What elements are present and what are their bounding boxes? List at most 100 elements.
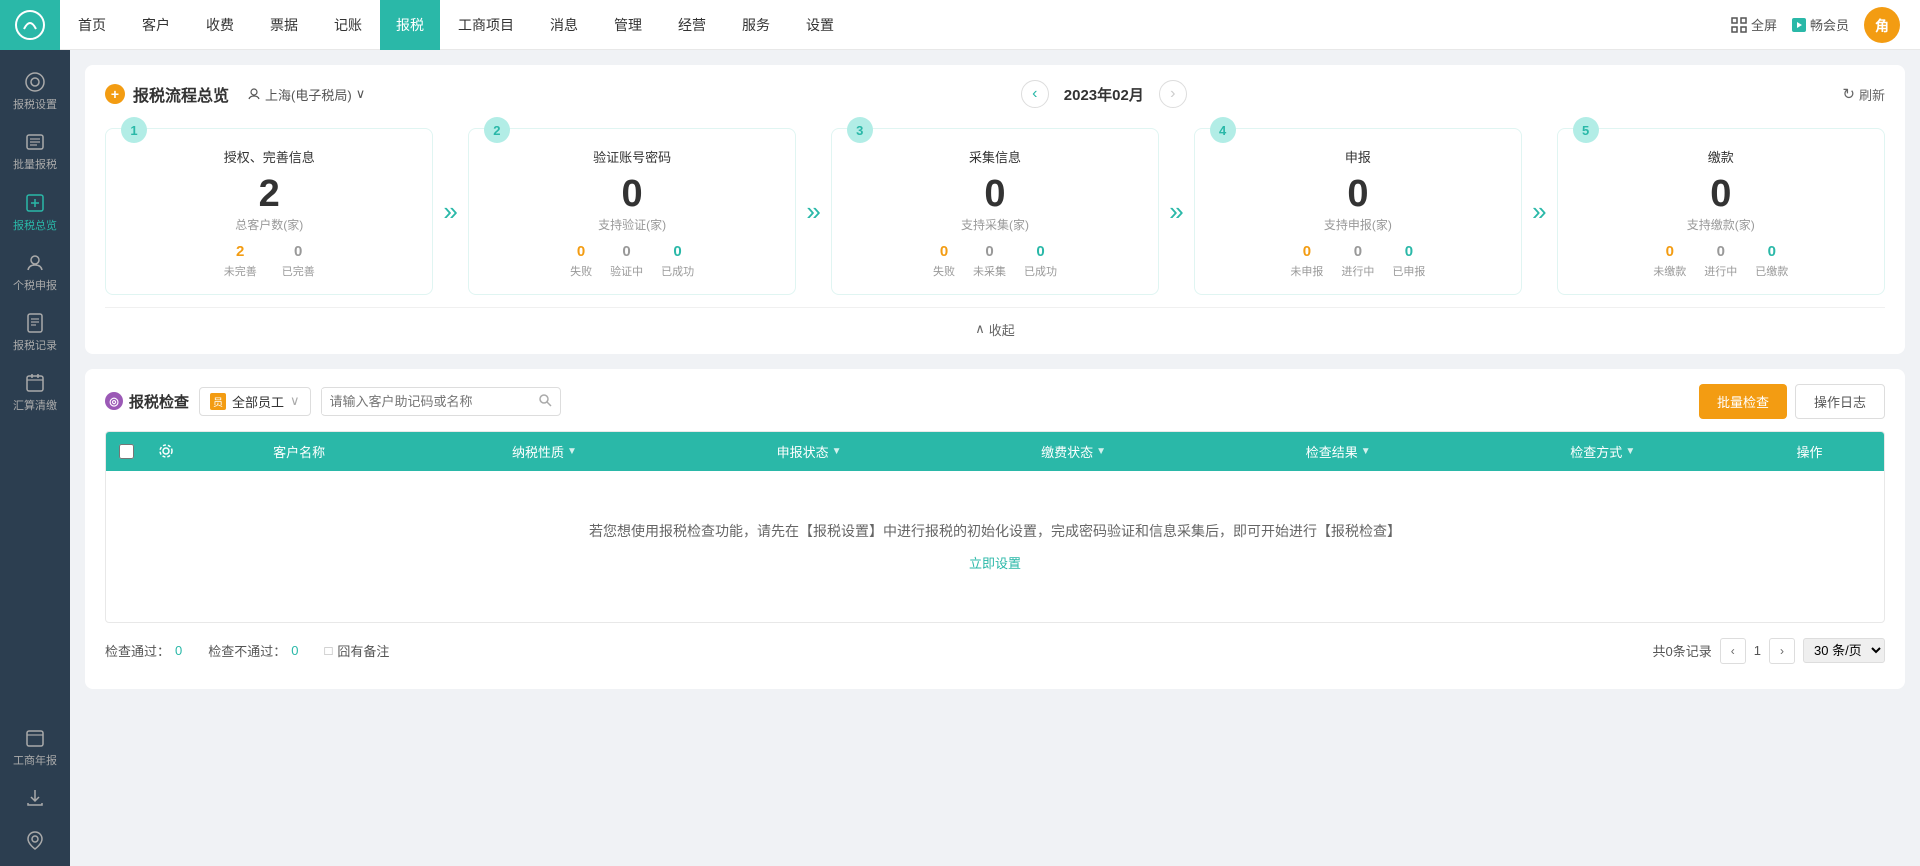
card-number-4: 0 [1210,174,1506,216]
batch-check-button[interactable]: 批量检查 [1699,384,1787,419]
sidebar-item-annual-tax[interactable]: 汇算清缴 [0,361,70,421]
top-nav: 首页 客户 收费 票据 记账 报税 工商项目 消息 管理 经营 服务 设置 [60,0,1731,50]
sidebar-item-tax-settings[interactable]: 报税设置 [0,58,70,120]
th-pay-status[interactable]: 缴费状态 ▼ [941,432,1206,471]
sidebar-label-annual-tax: 汇算清缴 [13,399,57,413]
stat-1-0: 2 未完善 [224,243,257,279]
nav-item-invoice[interactable]: 票据 [252,0,316,50]
card-number-2: 0 [484,174,780,216]
next-month-button[interactable]: › [1159,80,1187,108]
stat-4-2: 0 已申报 [1392,243,1425,279]
sidebar-item-tax-overview[interactable]: 报税总览 [0,181,70,241]
pass-label: 检查通过： [105,641,170,660]
th-declare-status[interactable]: 申报状态 ▼ [677,432,942,471]
month-label: 2023年02月 [1064,84,1144,105]
plus-circle-icon: + [105,84,125,104]
batch-tax-icon [23,130,47,154]
nav-item-operation[interactable]: 经营 [660,0,724,50]
emp-badge-icon: 员 [210,393,226,410]
search-icon[interactable] [530,388,560,415]
step-badge-2: 2 [484,117,510,143]
business-annual-icon [23,726,47,750]
sidebar-item-batch-tax[interactable]: 批量报税 [0,120,70,180]
card-subtitle-4: 支持申报(家) [1210,216,1506,233]
search-input-wrap [321,387,561,416]
table-checkbox-all[interactable] [118,444,134,459]
refresh-label: 刷新 [1859,85,1885,104]
member-label: 畅会员 [1810,15,1849,34]
refresh-button[interactable]: ↻ 刷新 [1842,85,1885,104]
tax-record-icon [23,311,47,335]
operation-log-button[interactable]: 操作日志 [1795,384,1885,419]
card-subtitle-5: 支持缴款(家) [1573,216,1869,233]
nav-item-home[interactable]: 首页 [60,0,124,50]
stat-4-0: 0 未申报 [1290,243,1323,279]
sidebar-item-location[interactable] [0,818,70,866]
employee-filter[interactable]: 员 全部员工 ∨ [199,387,311,416]
nav-item-settings[interactable]: 设置 [788,0,852,50]
pagination: 共0条记录 ‹ 1 › 30 条/页 [1653,638,1885,664]
search-input[interactable] [322,389,530,414]
fail-count[interactable]: 0 [291,643,298,658]
flow-card-4: 4 申报 0 支持申报(家) 0 未申报 0 进行中 [1194,128,1522,295]
nav-item-business[interactable]: 工商项目 [440,0,532,50]
purple-circle-icon: ◎ [105,392,123,410]
check-table-wrap: 客户名称 纳税性质 ▼ 申报状态 [105,431,1885,623]
card-title-5: 缴款 [1573,147,1869,166]
per-page-select[interactable]: 30 条/页 [1803,638,1885,663]
nav-item-fee[interactable]: 收费 [188,0,252,50]
card-subtitle-2: 支持验证(家) [484,216,780,233]
nav-item-client[interactable]: 客户 [124,0,188,50]
tax-overview-icon [23,191,47,215]
stat-2-1: 0 验证中 [610,243,643,279]
sidebar-item-business-annual[interactable]: 工商年报 [0,716,70,776]
download-icon [23,786,47,810]
nav-item-manage[interactable]: 管理 [596,0,660,50]
card-number-1: 2 [121,174,417,216]
step-badge-3: 3 [847,117,873,143]
nav-item-tax[interactable]: 报税 [380,0,440,50]
tax-check-section: ◎ 报税检查 员 全部员工 ∨ 批量检查 操作日志 [85,369,1905,689]
location-label: 上海(电子税局) [265,85,352,104]
stat-5-2: 0 已缴款 [1755,243,1788,279]
fullscreen-button[interactable]: 全屏 [1731,15,1777,34]
stat-3-1: 0 未采集 [973,243,1006,279]
nav-item-message[interactable]: 消息 [532,0,596,50]
card-title-4: 申报 [1210,147,1506,166]
settings-icon[interactable] [154,443,178,459]
card-arrow-2: » [796,128,830,295]
card-arrow-3: » [1159,128,1193,295]
th-tax-nature[interactable]: 纳税性质 ▼ [412,432,677,471]
setup-link[interactable]: 立即设置 [969,556,1021,571]
th-check-result[interactable]: 检查结果 ▼ [1206,432,1471,471]
nav-item-bookkeeping[interactable]: 记账 [316,0,380,50]
fail-label: 检查不通过： [208,641,286,660]
prev-month-button[interactable]: ‹ [1021,80,1049,108]
card-number-3: 0 [847,174,1143,216]
sidebar-label-business-annual: 工商年报 [13,754,57,768]
location-tag[interactable]: 上海(电子税局) ∨ [247,85,365,104]
member-button[interactable]: 畅会员 [1792,15,1849,34]
nav-item-service[interactable]: 服务 [724,0,788,50]
page-first-button[interactable]: ‹ [1720,638,1746,664]
logo [0,0,60,50]
stat-2-2: 0 已成功 [661,243,694,279]
sidebar-item-tax-record[interactable]: 报税记录 [0,301,70,361]
page-number: 1 [1754,643,1761,658]
stat-3-2: 0 已成功 [1024,243,1057,279]
card-number-5: 0 [1573,174,1869,216]
page-next-button[interactable]: › [1769,638,1795,664]
flow-card-2: 2 验证账号密码 0 支持验证(家) 0 失败 0 验证中 [468,128,796,295]
card-title-3: 采集信息 [847,147,1143,166]
flow-card-1: 1 授权、完善信息 2 总客户数(家) 2 未完善 0 已完善 [105,128,433,295]
avatar[interactable]: 角 [1864,7,1900,43]
sidebar-item-download[interactable] [0,776,70,818]
note-label: 囧有备注 [337,641,389,660]
th-check-method[interactable]: 检查方式 ▼ [1470,432,1735,471]
collapse-button[interactable]: ∧ 收起 [975,320,1015,339]
card-arrow-4: » [1522,128,1556,295]
stat-5-1: 0 进行中 [1704,243,1737,279]
total-records: 共0条记录 [1653,641,1712,660]
pass-count[interactable]: 0 [175,643,182,658]
sidebar-item-personal-tax[interactable]: 个税申报 [0,241,70,301]
